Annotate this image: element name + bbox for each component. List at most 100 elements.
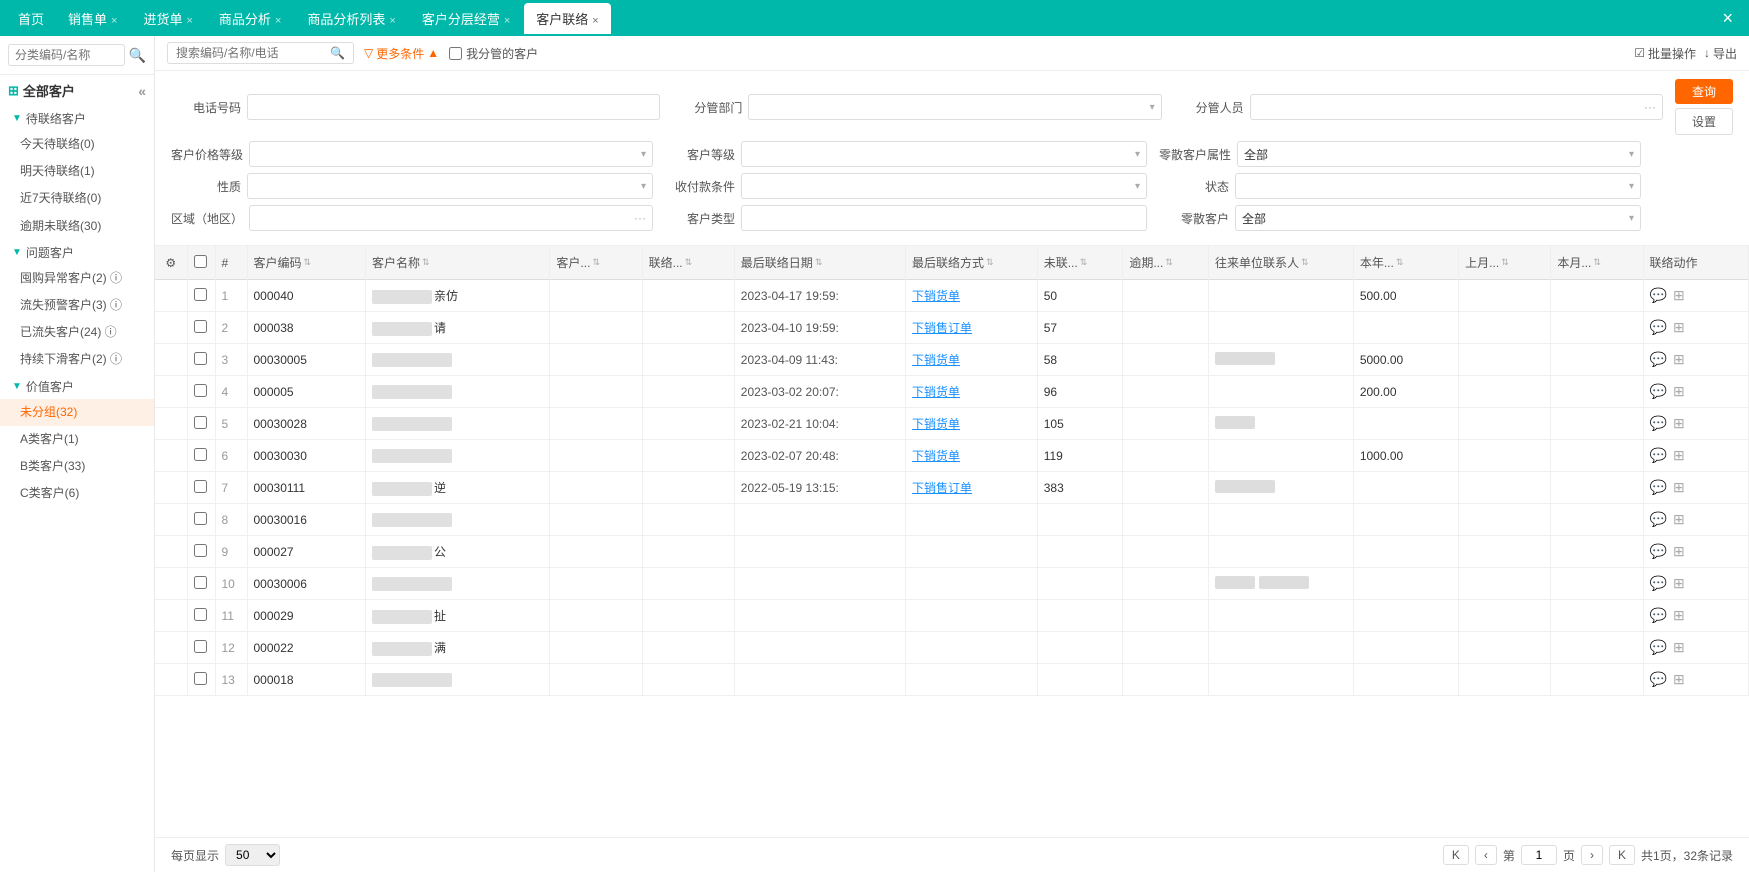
row-checkbox[interactable] xyxy=(194,480,207,493)
filter-price-level-input[interactable]: ▾ xyxy=(249,141,653,167)
page-last-btn[interactable]: K xyxy=(1609,845,1635,865)
sidebar-search-icon[interactable]: 🔍 xyxy=(129,47,146,64)
chat-icon[interactable]: 💬 xyxy=(1650,671,1667,688)
batch-ops-btn[interactable]: ☑ 批量操作 xyxy=(1634,45,1696,62)
close-all-icon[interactable]: × xyxy=(1714,8,1741,29)
td-last-method[interactable]: 下销货单 xyxy=(906,408,1038,440)
chat-icon[interactable]: 💬 xyxy=(1650,479,1667,496)
td-last-method[interactable]: 下销货单 xyxy=(906,440,1038,472)
close-tab-icon[interactable]: × xyxy=(389,15,395,27)
close-tab-icon[interactable]: × xyxy=(504,15,510,27)
chat-icon[interactable]: 💬 xyxy=(1650,447,1667,464)
nav-tab-商品分析列表[interactable]: 商品分析列表× xyxy=(295,3,407,34)
row-checkbox[interactable] xyxy=(194,416,207,429)
grid-action-icon[interactable]: ⊞ xyxy=(1673,511,1685,528)
col-contact[interactable]: 联络... ⇅ xyxy=(642,246,734,280)
contact-method-link[interactable]: 下销货单 xyxy=(912,353,960,367)
col-uncontacted[interactable]: 未联... ⇅ xyxy=(1037,246,1123,280)
contact-method-link[interactable]: 下销货单 xyxy=(912,417,960,431)
grid-action-icon[interactable]: ⊞ xyxy=(1673,415,1685,432)
col-last-date[interactable]: 最后联络日期 ⇅ xyxy=(734,246,905,280)
row-checkbox[interactable] xyxy=(194,288,207,301)
td-last-method[interactable] xyxy=(906,504,1038,536)
td-check[interactable] xyxy=(187,440,215,472)
td-check[interactable] xyxy=(187,280,215,312)
row-checkbox[interactable] xyxy=(194,512,207,525)
my-customers-checkbox[interactable] xyxy=(449,47,462,60)
contact-method-link[interactable]: 下销售订单 xyxy=(912,481,972,495)
sidebar-section-待联络客户[interactable]: ▼待联络客户 xyxy=(0,106,154,131)
sidebar-section-价值客户[interactable]: ▼价值客户 xyxy=(0,374,154,399)
filter-nature-input[interactable]: ▾ xyxy=(247,173,653,199)
chat-icon[interactable]: 💬 xyxy=(1650,575,1667,592)
export-btn[interactable]: ↓ 导出 xyxy=(1704,45,1737,62)
chat-icon[interactable]: 💬 xyxy=(1650,287,1667,304)
td-check[interactable] xyxy=(187,632,215,664)
query-btn[interactable]: 查询 xyxy=(1675,79,1733,104)
row-checkbox[interactable] xyxy=(194,448,207,461)
col-last-method[interactable]: 最后联络方式 ⇅ xyxy=(906,246,1038,280)
nav-tab-客户联络[interactable]: 客户联络× xyxy=(524,3,610,34)
sidebar-item[interactable]: 明天待联络(1) xyxy=(0,158,154,185)
td-last-method[interactable] xyxy=(906,536,1038,568)
td-check[interactable] xyxy=(187,664,215,696)
grid-action-icon[interactable]: ⊞ xyxy=(1673,319,1685,336)
grid-action-icon[interactable]: ⊞ xyxy=(1673,479,1685,496)
col-code[interactable]: 客户编码 ⇅ xyxy=(247,246,366,280)
chat-icon[interactable]: 💬 xyxy=(1650,607,1667,624)
filter-search-input[interactable] xyxy=(176,46,326,60)
grid-action-icon[interactable]: ⊞ xyxy=(1673,351,1685,368)
sidebar-item[interactable]: 已流失客户(24) ⓘ xyxy=(0,319,154,346)
td-last-method[interactable]: 下销售订单 xyxy=(906,312,1038,344)
filter-status-input[interactable]: ▾ xyxy=(1235,173,1641,199)
page-number-input[interactable] xyxy=(1521,845,1557,865)
td-last-method[interactable] xyxy=(906,568,1038,600)
select-all-checkbox[interactable] xyxy=(194,255,207,268)
td-last-method[interactable] xyxy=(906,600,1038,632)
filter-retail-customer-input[interactable]: 全部▾ xyxy=(1235,205,1641,231)
contact-method-link[interactable]: 下销货单 xyxy=(912,385,960,399)
grid-action-icon[interactable]: ⊞ xyxy=(1673,575,1685,592)
filter-search-icon[interactable]: 🔍 xyxy=(330,46,345,60)
sidebar-item[interactable]: 逾期未联络(30) xyxy=(0,213,154,240)
nav-home[interactable]: 首页 xyxy=(8,3,54,34)
sidebar-item[interactable]: B类客户(33) xyxy=(0,453,154,480)
filter-phone-input[interactable] xyxy=(247,94,660,120)
td-last-method[interactable]: 下销货单 xyxy=(906,280,1038,312)
my-customers-label[interactable]: 我分管的客户 xyxy=(449,45,538,62)
grid-action-icon[interactable]: ⊞ xyxy=(1673,607,1685,624)
td-check[interactable] xyxy=(187,376,215,408)
td-check[interactable] xyxy=(187,408,215,440)
filter-region-input[interactable]: ··· xyxy=(249,205,653,231)
td-check[interactable] xyxy=(187,344,215,376)
sidebar-item[interactable]: 持续下滑客户(2) ⓘ xyxy=(0,346,154,373)
chat-icon[interactable]: 💬 xyxy=(1650,383,1667,400)
td-check[interactable] xyxy=(187,472,215,504)
td-check[interactable] xyxy=(187,504,215,536)
sidebar-item[interactable]: 今天待联络(0) xyxy=(0,131,154,158)
col-overdue[interactable]: 逾期... ⇅ xyxy=(1123,246,1209,280)
chat-icon[interactable]: 💬 xyxy=(1650,543,1667,560)
page-first-btn[interactable]: K xyxy=(1443,845,1469,865)
row-checkbox[interactable] xyxy=(194,672,207,685)
row-checkbox[interactable] xyxy=(194,384,207,397)
col-type[interactable]: 客户... ⇅ xyxy=(550,246,642,280)
row-checkbox[interactable] xyxy=(194,640,207,653)
close-tab-icon[interactable]: × xyxy=(592,15,598,27)
td-check[interactable] xyxy=(187,312,215,344)
td-last-method[interactable]: 下销售订单 xyxy=(906,472,1038,504)
per-page-select[interactable]: 50 100 200 xyxy=(225,844,280,866)
chat-icon[interactable]: 💬 xyxy=(1650,319,1667,336)
chat-icon[interactable]: 💬 xyxy=(1650,415,1667,432)
nav-tab-商品分析[interactable]: 商品分析× xyxy=(207,3,293,34)
filter-customer-level-input[interactable]: ▾ xyxy=(741,141,1147,167)
filter-search-box[interactable]: 🔍 xyxy=(167,42,354,64)
sidebar-search-input[interactable] xyxy=(8,44,125,66)
sidebar-item[interactable]: A类客户(1) xyxy=(0,426,154,453)
grid-action-icon[interactable]: ⊞ xyxy=(1673,671,1685,688)
td-check[interactable] xyxy=(187,568,215,600)
reset-btn[interactable]: 设置 xyxy=(1675,108,1733,135)
page-next-btn[interactable]: › xyxy=(1581,845,1603,865)
nav-tab-销售单[interactable]: 销售单× xyxy=(56,3,129,34)
nav-tab-客户分层经营[interactable]: 客户分层经营× xyxy=(410,3,522,34)
